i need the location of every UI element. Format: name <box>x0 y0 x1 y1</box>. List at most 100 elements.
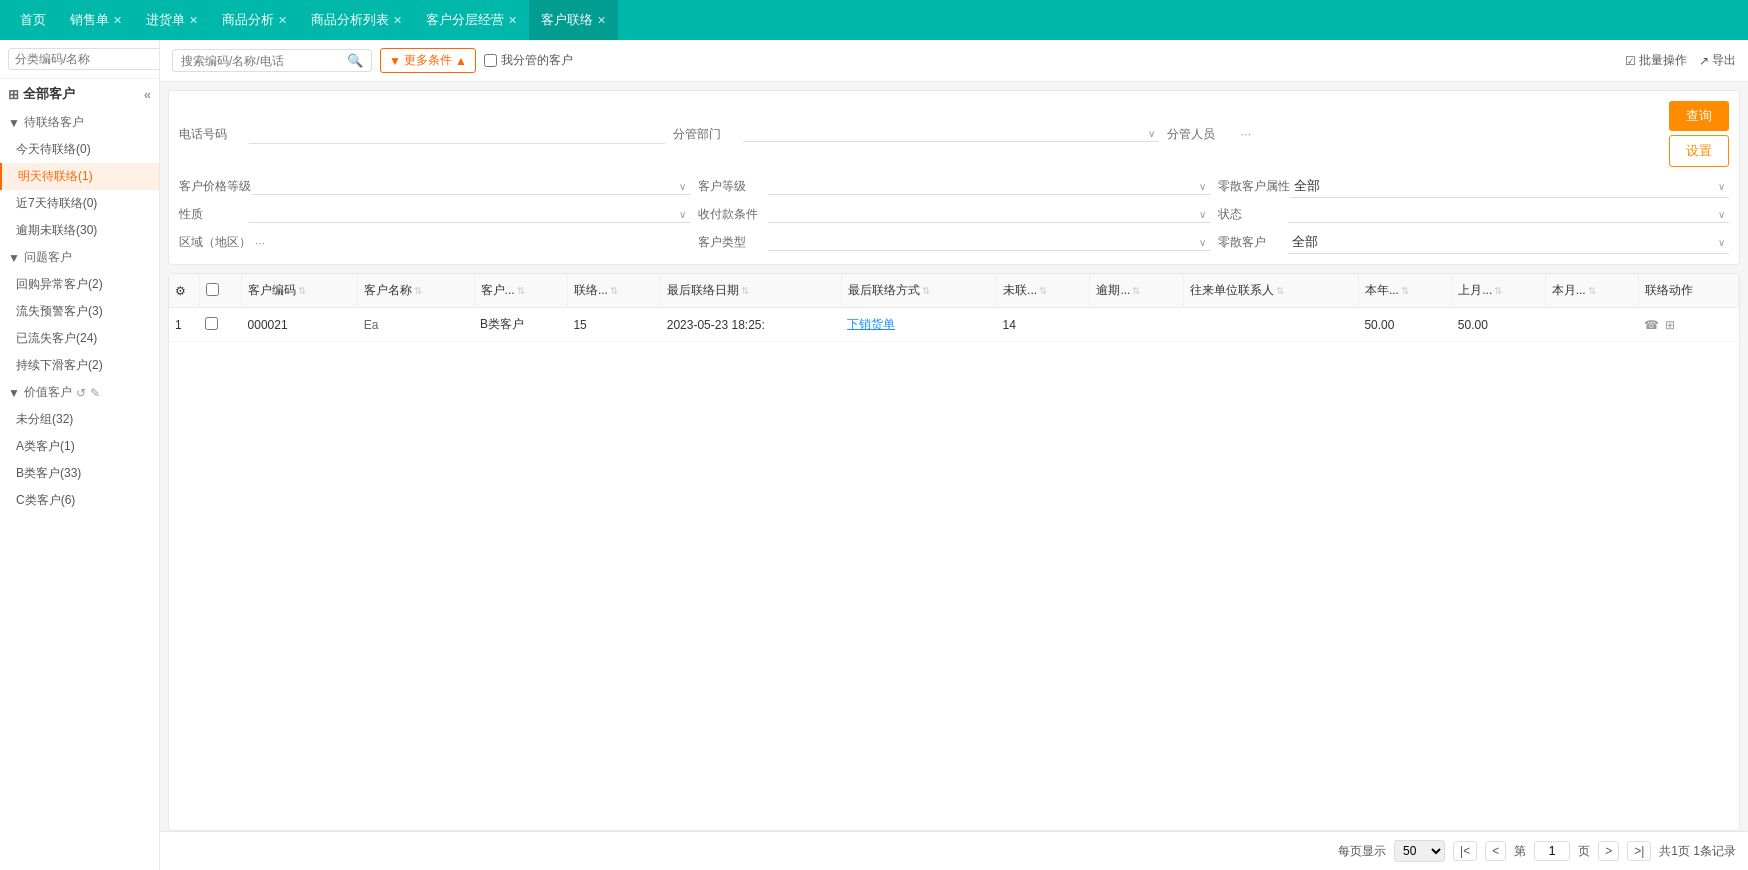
filter-status: 状态 ∨ <box>1218 206 1729 223</box>
row-code: 000021 <box>242 308 358 342</box>
next-page-btn[interactable]: > <box>1598 841 1619 861</box>
close-icon[interactable]: ✕ <box>278 14 287 27</box>
content-area: 🔍 ▼ 更多条件 ▲ 我分管的客户 ☑ 批量操作 ↗ 导出 <box>160 40 1748 870</box>
sidebar-item-declining[interactable]: 持续下滑客户(2) <box>0 352 159 379</box>
refresh-icon[interactable]: ↺ <box>76 386 86 400</box>
col-last-contact-date[interactable]: 最后联络日期 ⇅ <box>661 274 841 308</box>
filter-phone-input[interactable] <box>249 125 665 144</box>
settings-button[interactable]: 设置 <box>1669 135 1729 167</box>
row-unit-contact <box>1183 308 1358 342</box>
row-checkbox-cell[interactable] <box>199 308 242 342</box>
sidebar-item-tomorrow[interactable]: 明天待联络(1) <box>0 163 159 190</box>
nav-home[interactable]: 首页 <box>8 0 58 40</box>
contact-method-link[interactable]: 下销货单 <box>847 317 895 331</box>
col-contact-count[interactable]: 联络... ⇅ <box>567 274 660 308</box>
close-icon[interactable]: ✕ <box>393 14 402 27</box>
col-last-month[interactable]: 上月... ⇅ <box>1452 274 1545 308</box>
nav-purchase[interactable]: 进货单 ✕ <box>134 0 210 40</box>
filter-actions: 查询 设置 <box>1669 101 1729 167</box>
first-page-btn[interactable]: |< <box>1453 841 1477 861</box>
sidebar-item-class-c[interactable]: C类客户(6) <box>0 487 159 514</box>
gear-icon[interactable]: ⚙ <box>175 284 186 298</box>
sidebar-item-overdue[interactable]: 逾期未联络(30) <box>0 217 159 244</box>
sort-icon: ⇅ <box>1276 285 1284 296</box>
select-all-checkbox[interactable] <box>206 283 219 296</box>
toolbar-search-box[interactable]: 🔍 <box>172 49 372 72</box>
col-this-month[interactable]: 本月... ⇅ <box>1545 274 1638 308</box>
col-customer-code[interactable]: 客户编码 ⇅ <box>242 274 358 308</box>
nav-customer-segmentation[interactable]: 客户分层经营 ✕ <box>414 0 529 40</box>
filter-retail-select[interactable]: 全部 ∨ <box>1288 231 1729 254</box>
filter-price-select[interactable]: ∨ <box>251 179 690 195</box>
edit-icon[interactable]: ✎ <box>90 386 100 400</box>
row-checkbox[interactable] <box>205 317 218 330</box>
col-uncontacted[interactable]: 未联... ⇅ <box>997 274 1090 308</box>
filter-payment: 收付款条件 ∨ <box>698 206 1209 223</box>
action-call-icon[interactable]: ☎ <box>1644 318 1659 332</box>
nav-product-analysis-list[interactable]: 商品分析列表 ✕ <box>299 0 414 40</box>
filter-region-dots[interactable]: ··· <box>255 236 265 250</box>
sidebar-group-problem[interactable]: ▼ 问题客户 <box>0 244 159 271</box>
close-icon[interactable]: ✕ <box>189 14 198 27</box>
col-gear[interactable]: ⚙ <box>169 274 199 308</box>
query-button[interactable]: 查询 <box>1669 101 1729 131</box>
page-input[interactable] <box>1534 841 1570 861</box>
col-last-contact-method[interactable]: 最后联络方式 ⇅ <box>841 274 997 308</box>
sidebar-item-7days[interactable]: 近7天待联络(0) <box>0 190 159 217</box>
nav-product-analysis[interactable]: 商品分析 ✕ <box>210 0 299 40</box>
filter-nature-select[interactable]: ∨ <box>249 207 690 223</box>
nav-sales[interactable]: 销售单 ✕ <box>58 0 134 40</box>
filter-payment-select[interactable]: ∨ <box>768 207 1209 223</box>
filter-more-btn[interactable]: ▼ 更多条件 ▲ <box>380 48 476 73</box>
toolbar-search-input[interactable] <box>181 54 347 68</box>
filter-nature: 性质 ∨ <box>179 206 690 223</box>
sidebar-item-churn-warning[interactable]: 流失预警客户(3) <box>0 298 159 325</box>
col-overdue[interactable]: 逾期... ⇅ <box>1090 274 1183 308</box>
col-unit-contact[interactable]: 往来单位联系人 ⇅ <box>1183 274 1358 308</box>
filter-manager-dots[interactable]: ··· <box>1241 127 1251 141</box>
col-this-year[interactable]: 本年... ⇅ <box>1358 274 1451 308</box>
my-customers-checkbox-label[interactable]: 我分管的客户 <box>484 52 573 69</box>
prev-page-btn[interactable]: < <box>1485 841 1506 861</box>
close-icon[interactable]: ✕ <box>597 14 606 27</box>
action-more-icon[interactable]: ⊞ <box>1665 318 1675 332</box>
per-page-label: 每页显示 <box>1338 843 1386 860</box>
batch-ops-btn[interactable]: ☑ 批量操作 <box>1625 52 1687 69</box>
filter-row-4: 区域（地区） ··· 客户类型 ∨ 零散客户 全部 ∨ <box>179 231 1729 254</box>
sidebar-all-customers[interactable]: ⊞ 全部客户 « <box>0 79 159 109</box>
chevron-down-icon: ∨ <box>679 181 686 192</box>
filter-retail-attr-select[interactable]: 全部 ∨ <box>1290 175 1729 198</box>
row-type: B类客户 <box>474 308 567 342</box>
close-icon[interactable]: ✕ <box>113 14 122 27</box>
nav-customer-contact[interactable]: 客户联络 ✕ <box>529 0 618 40</box>
sidebar-item-today[interactable]: 今天待联络(0) <box>0 136 159 163</box>
sort-icon: ⇅ <box>517 285 525 296</box>
sort-icon: ⇅ <box>741 285 749 296</box>
arrow-icon: ▼ <box>8 116 20 130</box>
per-page-select[interactable]: 50 100 200 <box>1394 840 1445 862</box>
filter-status-select[interactable]: ∨ <box>1288 207 1729 223</box>
col-customer-type[interactable]: 客户... ⇅ <box>474 274 567 308</box>
sidebar-item-class-b[interactable]: B类客户(33) <box>0 460 159 487</box>
sidebar-search-input[interactable] <box>8 48 160 70</box>
filter-customer-type-select[interactable]: ∨ <box>768 235 1209 251</box>
col-customer-name[interactable]: 客户名称 ⇅ <box>358 274 474 308</box>
sidebar-item-churned[interactable]: 已流失客户(24) <box>0 325 159 352</box>
close-icon[interactable]: ✕ <box>508 14 517 27</box>
collapse-icon[interactable]: « <box>144 87 151 102</box>
my-customers-checkbox[interactable] <box>484 54 497 67</box>
sidebar-group-pending[interactable]: ▼ 待联络客户 <box>0 109 159 136</box>
filter-row-3: 性质 ∨ 收付款条件 ∨ 状态 ∨ <box>179 206 1729 223</box>
search-icon[interactable]: 🔍 <box>347 53 363 68</box>
filter-level-select[interactable]: ∨ <box>768 179 1209 195</box>
sidebar-group-value[interactable]: ▼ 价值客户 ↺ ✎ <box>0 379 159 406</box>
toolbar-right: ☑ 批量操作 ↗ 导出 <box>1625 52 1736 69</box>
sidebar-item-class-a[interactable]: A类客户(1) <box>0 433 159 460</box>
sidebar-item-repurchase-abnormal[interactable]: 回购异常客户(2) <box>0 271 159 298</box>
sidebar-item-unclassified[interactable]: 未分组(32) <box>0 406 159 433</box>
export-btn[interactable]: ↗ 导出 <box>1699 52 1736 69</box>
row-last-method[interactable]: 下销货单 <box>841 308 997 342</box>
export-icon: ↗ <box>1699 54 1709 68</box>
last-page-btn[interactable]: >| <box>1627 841 1651 861</box>
filter-dept-select[interactable]: ∨ <box>743 126 1159 142</box>
